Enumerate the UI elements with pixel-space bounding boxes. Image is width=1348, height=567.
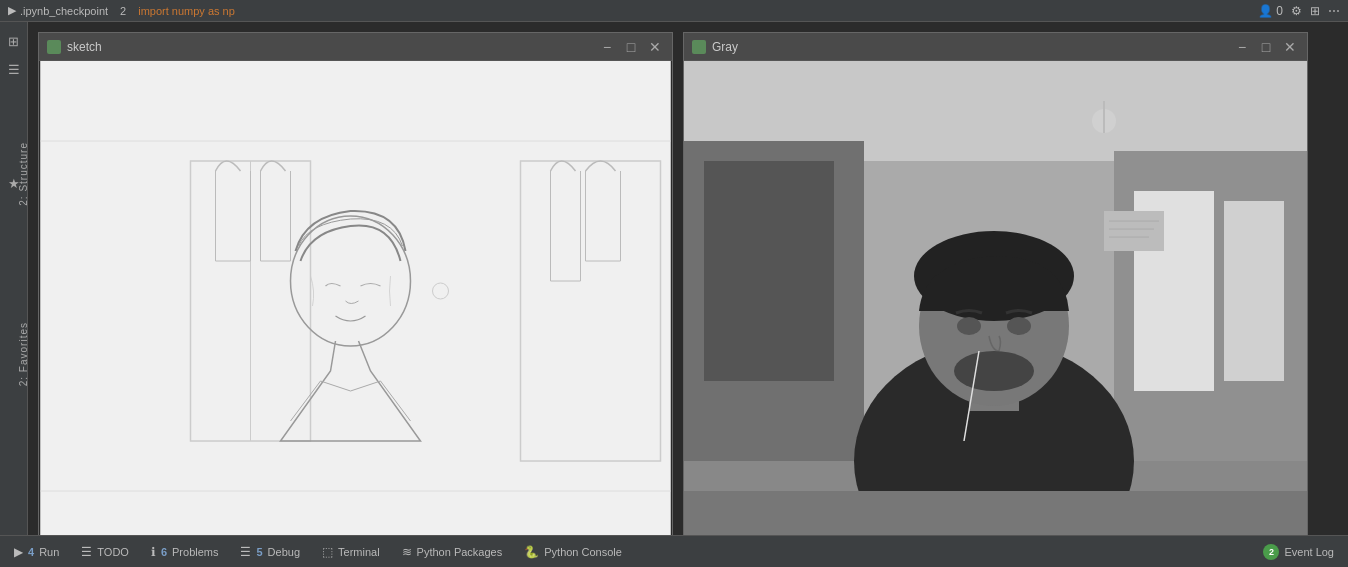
sketch-titlebar: sketch − □ ✕ xyxy=(39,33,672,61)
user-icon: 👤 0 xyxy=(1258,4,1283,18)
left-sidebar: ⊞ ☰ 2: Structure ★ 2: Favorites xyxy=(0,22,28,535)
event-log-label: Event Log xyxy=(1284,546,1334,558)
svg-rect-16 xyxy=(704,161,834,381)
terminal-button[interactable]: ⬚ Terminal xyxy=(312,539,390,565)
event-log-button[interactable]: 2 Event Log xyxy=(1253,539,1344,565)
svg-rect-15 xyxy=(1224,201,1284,381)
sketch-minimize[interactable]: − xyxy=(598,38,616,56)
todo-button[interactable]: ☰ TODO xyxy=(71,539,139,565)
gray-maximize[interactable]: □ xyxy=(1257,38,1275,56)
debug-num: 5 xyxy=(256,546,262,558)
svg-point-27 xyxy=(957,317,981,335)
extra-icon: ⋯ xyxy=(1328,4,1340,18)
gray-close[interactable]: ✕ xyxy=(1281,38,1299,56)
svg-rect-1 xyxy=(41,61,671,541)
gray-titlebar: Gray − □ ✕ xyxy=(684,33,1307,61)
python-packages-button[interactable]: ≋ Python Packages xyxy=(392,539,513,565)
sketch-maximize[interactable]: □ xyxy=(622,38,640,56)
terminal-label: Terminal xyxy=(338,546,380,558)
sketch-window: sketch − □ ✕ xyxy=(38,32,673,542)
sketch-image xyxy=(39,61,672,541)
svg-point-28 xyxy=(1007,317,1031,335)
code-snippet: import numpy as np xyxy=(138,5,235,17)
python-packages-icon: ≋ xyxy=(402,545,412,559)
run-num: 4 xyxy=(28,546,34,558)
top-right-actions: 👤 0 ⚙ ⊞ ⋯ xyxy=(1258,4,1340,18)
event-log-badge: 2 xyxy=(1263,544,1279,560)
expand-icon[interactable]: ⊞ xyxy=(1310,4,1320,18)
python-packages-label: Python Packages xyxy=(417,546,503,558)
sketch-title-area: sketch xyxy=(47,40,102,54)
folder-icon: ▶ xyxy=(8,4,16,17)
problems-button[interactable]: ℹ 6 Problems xyxy=(141,539,229,565)
top-bar: ▶ .ipynb_checkpoint 2 import numpy as np… xyxy=(0,0,1348,22)
sketch-title: sketch xyxy=(67,40,102,54)
folder-item[interactable]: ▶ .ipynb_checkpoint xyxy=(8,4,108,17)
problems-icon: ℹ xyxy=(151,545,156,559)
sketch-controls[interactable]: − □ ✕ xyxy=(598,38,664,56)
bottom-toolbar: ▶ 4Run ☰ TODO ℹ 6 Problems ☰ 5 Debug ⬚ T… xyxy=(0,535,1348,567)
run-button[interactable]: ▶ 4Run xyxy=(4,539,69,565)
main-content: sketch − □ ✕ xyxy=(28,22,1348,535)
gray-minimize[interactable]: − xyxy=(1233,38,1251,56)
folder-name: .ipynb_checkpoint xyxy=(20,5,108,17)
gray-image xyxy=(684,61,1307,551)
sidebar-icon-1[interactable]: ⊞ xyxy=(3,30,25,52)
run-icon: ▶ xyxy=(14,545,23,559)
file-num: 2 xyxy=(120,5,126,17)
python-console-button[interactable]: 🐍 Python Console xyxy=(514,539,632,565)
debug-label: Debug xyxy=(268,546,300,558)
python-console-icon: 🐍 xyxy=(524,545,539,559)
todo-icon: ☰ xyxy=(81,545,92,559)
gray-controls[interactable]: − □ ✕ xyxy=(1233,38,1299,56)
gray-window: Gray − □ ✕ xyxy=(683,32,1308,552)
problems-label: Problems xyxy=(172,546,218,558)
problems-num: 6 xyxy=(161,546,167,558)
sidebar-icon-2[interactable]: ☰ xyxy=(3,58,25,80)
gray-title-area: Gray xyxy=(692,40,738,54)
gray-image-area xyxy=(684,61,1307,551)
sketch-close[interactable]: ✕ xyxy=(646,38,664,56)
gray-window-icon xyxy=(692,40,706,54)
python-console-label: Python Console xyxy=(544,546,622,558)
sketch-window-icon xyxy=(47,40,61,54)
svg-point-29 xyxy=(954,351,1034,391)
debug-button[interactable]: ☰ 5 Debug xyxy=(230,539,310,565)
debug-icon: ☰ xyxy=(240,545,251,559)
terminal-icon: ⬚ xyxy=(322,545,333,559)
svg-rect-17 xyxy=(1104,211,1164,251)
settings-icon[interactable]: ⚙ xyxy=(1291,4,1302,18)
gray-title: Gray xyxy=(712,40,738,54)
sketch-image-area xyxy=(39,61,672,541)
